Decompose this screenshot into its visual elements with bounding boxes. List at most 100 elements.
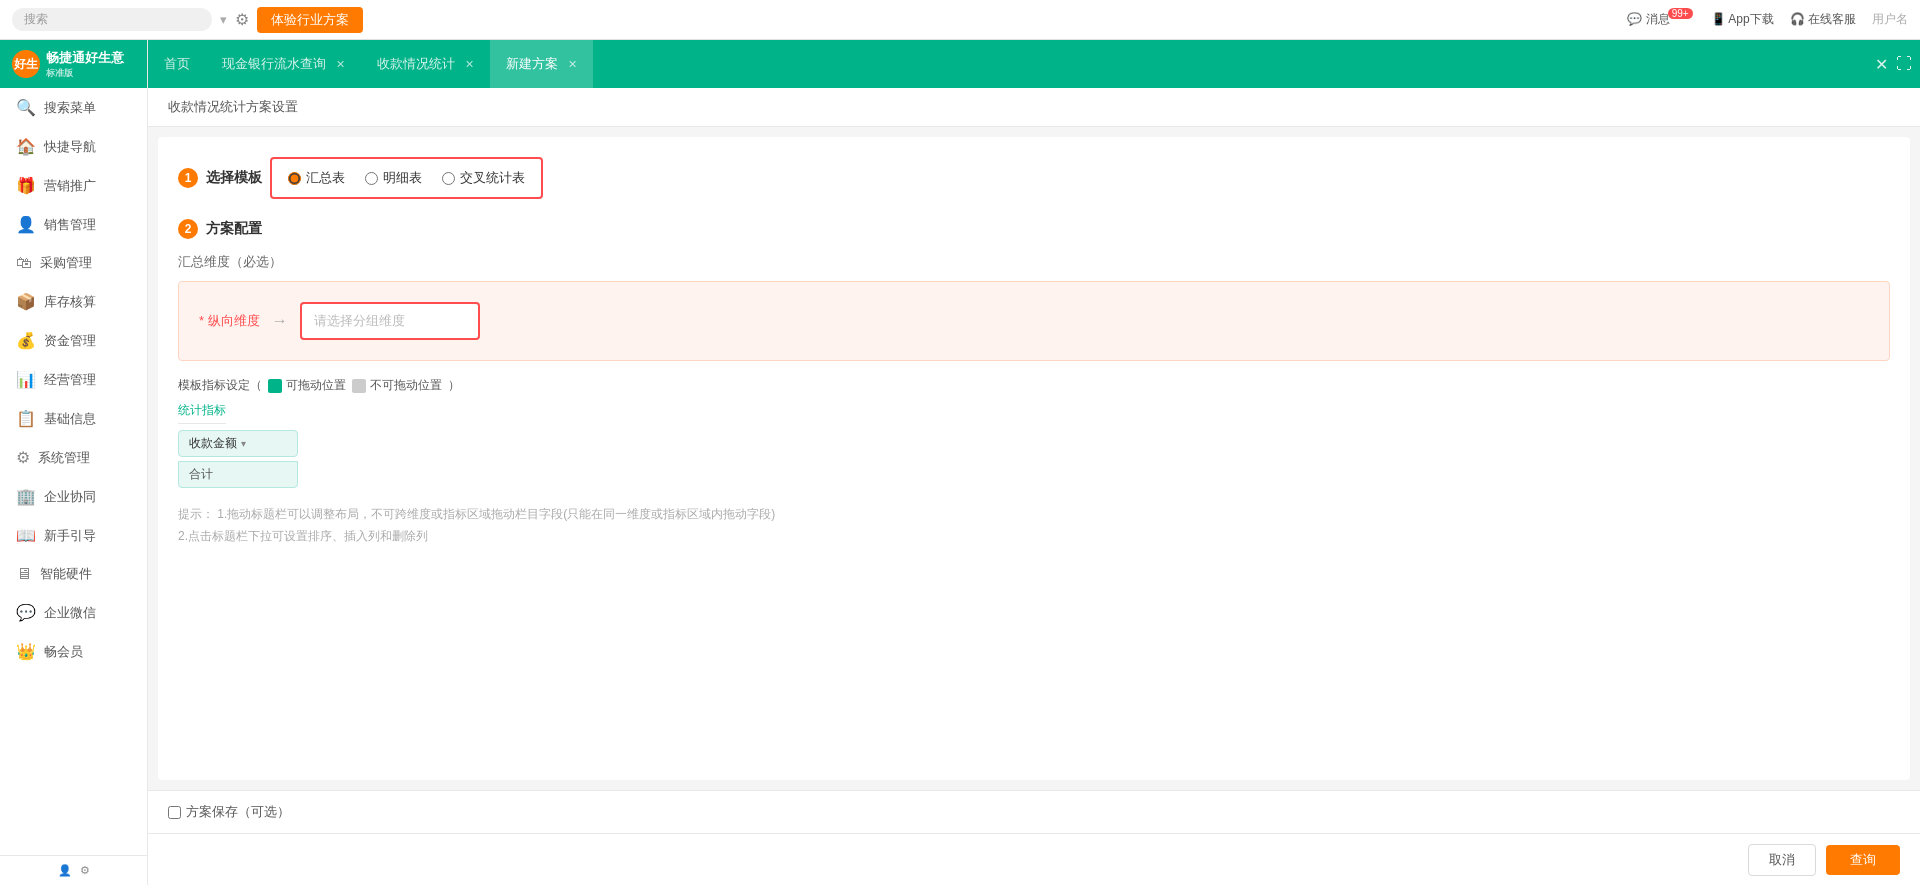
support-link[interactable]: 🎧 在线客服 bbox=[1790, 11, 1856, 28]
sidebar-item-quick-nav[interactable]: 🏠 快捷导航 bbox=[0, 127, 147, 166]
cancel-button[interactable]: 取消 bbox=[1748, 844, 1816, 876]
stats-title: 统计指标 bbox=[178, 402, 226, 424]
radio-summary[interactable]: 汇总表 bbox=[288, 169, 345, 187]
sidebar-item-hardware[interactable]: 🖥 智能硬件 bbox=[0, 555, 147, 593]
step2-header: 2 方案配置 bbox=[178, 219, 1890, 239]
sidebar: 好生 畅捷通好生意 标准版 🔍搜索菜单🏠快捷导航🎁营销推广👤销售管理🛍采购管理📦… bbox=[0, 40, 148, 885]
hint-line2: 2.点击标题栏下拉可设置排序、插入列和删除列 bbox=[178, 526, 1890, 548]
step2-title: 方案配置 bbox=[206, 220, 262, 238]
message-badge: 99+ bbox=[1668, 8, 1693, 19]
sidebar-icon-wechat: 💬 bbox=[16, 603, 36, 622]
radio-detail-label: 明细表 bbox=[383, 169, 422, 187]
content-area: 首页现金银行流水查询✕ 收款情况统计 ✕ 新建方案 ✕ ✕ ⛶ 收款情况统计方案设置 1… bbox=[148, 40, 1920, 885]
dimension-select[interactable]: 请选择分组维度 bbox=[300, 302, 480, 340]
step2-badge: 2 bbox=[178, 219, 198, 239]
tab-close-collection-stats[interactable]: ✕ bbox=[465, 58, 474, 71]
logo-text: 畅捷通好生意 标准版 bbox=[46, 49, 124, 80]
sidebar-label-hardware: 智能硬件 bbox=[40, 565, 92, 583]
hint-text: 提示： 1.拖动标题栏可以调整布局，不可跨维度或指标区域拖动栏目字段(只能在同一… bbox=[178, 504, 1890, 547]
sidebar-bottom-icon1[interactable]: 👤 bbox=[58, 864, 72, 877]
sidebar-label-member: 畅会员 bbox=[44, 643, 83, 661]
sidebar-label-marketing: 营销推广 bbox=[44, 177, 96, 195]
page-header: 收款情况统计方案设置 bbox=[148, 88, 1920, 127]
draggable-label: 可拖动位置 bbox=[286, 377, 346, 394]
radio-detail[interactable]: 明细表 bbox=[365, 169, 422, 187]
template-selector: 汇总表 明细表 交叉统计表 bbox=[270, 157, 543, 199]
tab-bank-query[interactable]: 现金银行流水查询✕ bbox=[206, 40, 361, 88]
sidebar-item-enterprise[interactable]: 🏢 企业协同 bbox=[0, 477, 147, 516]
sidebar-item-basic[interactable]: 📋基础信息 bbox=[0, 399, 147, 438]
sidebar-item-system[interactable]: ⚙ 系统管理 bbox=[0, 438, 147, 477]
step1-section: 1 选择模板 汇总表 明细表 bbox=[178, 157, 1890, 199]
sidebar-icon-sales: 👤 bbox=[16, 215, 36, 234]
metrics-dropdown-icon: ▾ bbox=[241, 438, 246, 449]
sidebar-icon-system: ⚙ bbox=[16, 448, 30, 467]
step1-header: 1 选择模板 汇总表 明细表 bbox=[178, 157, 1890, 199]
sidebar-item-search-menu[interactable]: 🔍 搜索菜单 bbox=[0, 88, 147, 127]
top-bar: 搜索 ▾ ⚙ 体验行业方案 💬 消息99+ 📱 App下载 🎧 在线客服 用户名 bbox=[0, 0, 1920, 40]
save-label: 方案保存（可选） bbox=[186, 803, 290, 821]
sidebar-item-marketing[interactable]: 🎁 营销推广 bbox=[0, 166, 147, 205]
main-layout: 好生 畅捷通好生意 标准版 🔍搜索菜单🏠快捷导航🎁营销推广👤销售管理🛍采购管理📦… bbox=[0, 40, 1920, 885]
tab-bar-actions: ✕ ⛶ bbox=[1875, 55, 1920, 74]
radio-cross[interactable]: 交叉统计表 bbox=[442, 169, 525, 187]
sidebar-label-enterprise: 企业协同 bbox=[44, 488, 96, 506]
tab-home[interactable]: 首页 bbox=[148, 40, 206, 88]
metrics-total: 合计 bbox=[178, 461, 298, 488]
sidebar-label-operation: 经营管理 bbox=[44, 371, 96, 389]
sidebar-icon-quick-nav: 🏠 bbox=[16, 137, 36, 156]
sidebar-icon-capital: 💰 bbox=[16, 331, 36, 350]
close-paren: ） bbox=[448, 377, 460, 394]
sidebar-label-quick-nav: 快捷导航 bbox=[44, 138, 96, 156]
sidebar-icon-purchase: 🛍 bbox=[16, 254, 32, 272]
dimension-arrow-icon: → bbox=[272, 312, 288, 330]
sidebar-icon-operation: 📊 bbox=[16, 370, 36, 389]
sidebar-label-search-menu: 搜索菜单 bbox=[44, 99, 96, 117]
save-checkbox-label[interactable]: 方案保存（可选） bbox=[168, 803, 290, 821]
maximize-icon[interactable]: ⛶ bbox=[1896, 55, 1912, 73]
tab-collection-stats[interactable]: 收款情况统计 ✕ bbox=[361, 40, 490, 88]
trial-button[interactable]: 体验行业方案 bbox=[257, 7, 363, 33]
close-all-tabs-icon[interactable]: ✕ bbox=[1875, 55, 1888, 74]
page-title: 收款情况统计方案设置 bbox=[168, 99, 298, 114]
sidebar-item-capital[interactable]: 💰资金管理 bbox=[0, 321, 147, 360]
tab-new-plan[interactable]: 新建方案 ✕ bbox=[490, 40, 593, 88]
search-box[interactable]: 搜索 bbox=[12, 8, 212, 31]
sidebar-items: 🔍 搜索菜单 🏠 快捷导航 🎁 营销推广 👤销售管理🛍采购管理 📦 库存核算 💰资金管理 📊 经营管理… bbox=[0, 88, 147, 671]
tab-label-collection-stats: 收款情况统计 bbox=[377, 55, 455, 73]
metrics-tag-revenue[interactable]: 收款金额 ▾ bbox=[178, 430, 298, 457]
message-link[interactable]: 💬 消息99+ bbox=[1627, 11, 1694, 28]
sidebar-item-member[interactable]: 👑畅会员 bbox=[0, 632, 147, 671]
sidebar-bottom-icon2[interactable]: ⚙ bbox=[80, 864, 90, 877]
sidebar-icon-search-menu: 🔍 bbox=[16, 98, 36, 117]
query-button[interactable]: 查询 bbox=[1826, 845, 1900, 875]
sidebar-label-system: 系统管理 bbox=[38, 449, 90, 467]
sidebar-item-guide[interactable]: 📖新手引导 bbox=[0, 516, 147, 555]
sidebar-bottom: 👤 ⚙ bbox=[0, 855, 147, 885]
sidebar-item-inventory[interactable]: 📦 库存核算 bbox=[0, 282, 147, 321]
sidebar-icon-guide: 📖 bbox=[16, 526, 36, 545]
user-avatar[interactable]: 用户名 bbox=[1872, 11, 1908, 28]
tabs-container: 首页现金银行流水查询✕ 收款情况统计 ✕ 新建方案 ✕ bbox=[148, 40, 593, 88]
sidebar-item-operation[interactable]: 📊 经营管理 bbox=[0, 360, 147, 399]
dropdown-arrow-icon: ▾ bbox=[220, 12, 227, 27]
sidebar-icon-enterprise: 🏢 bbox=[16, 487, 36, 506]
sidebar-icon-hardware: 🖥 bbox=[16, 565, 32, 583]
tab-close-bank-query[interactable]: ✕ bbox=[336, 58, 345, 71]
download-link[interactable]: 📱 App下载 bbox=[1711, 11, 1774, 28]
sidebar-item-purchase[interactable]: 🛍采购管理 bbox=[0, 244, 147, 282]
sidebar-icon-inventory: 📦 bbox=[16, 292, 36, 311]
save-checkbox[interactable] bbox=[168, 806, 181, 819]
sidebar-label-inventory: 库存核算 bbox=[44, 293, 96, 311]
sidebar-icon-marketing: 🎁 bbox=[16, 176, 36, 195]
tab-label-new-plan: 新建方案 bbox=[506, 55, 558, 73]
bottom-action-bar: 取消 查询 bbox=[148, 833, 1920, 885]
sidebar-item-sales[interactable]: 👤销售管理 bbox=[0, 205, 147, 244]
gear-icon[interactable]: ⚙ bbox=[235, 10, 249, 29]
step1-badge: 1 bbox=[178, 168, 198, 188]
form-container: 1 选择模板 汇总表 明细表 bbox=[158, 137, 1910, 780]
tab-close-new-plan[interactable]: ✕ bbox=[568, 58, 577, 71]
step1-title: 选择模板 bbox=[206, 169, 262, 187]
sidebar-item-wechat[interactable]: 💬企业微信 bbox=[0, 593, 147, 632]
config-section: 汇总维度（必选） * 纵向维度 → 请选择分组维度 bbox=[178, 253, 1890, 547]
